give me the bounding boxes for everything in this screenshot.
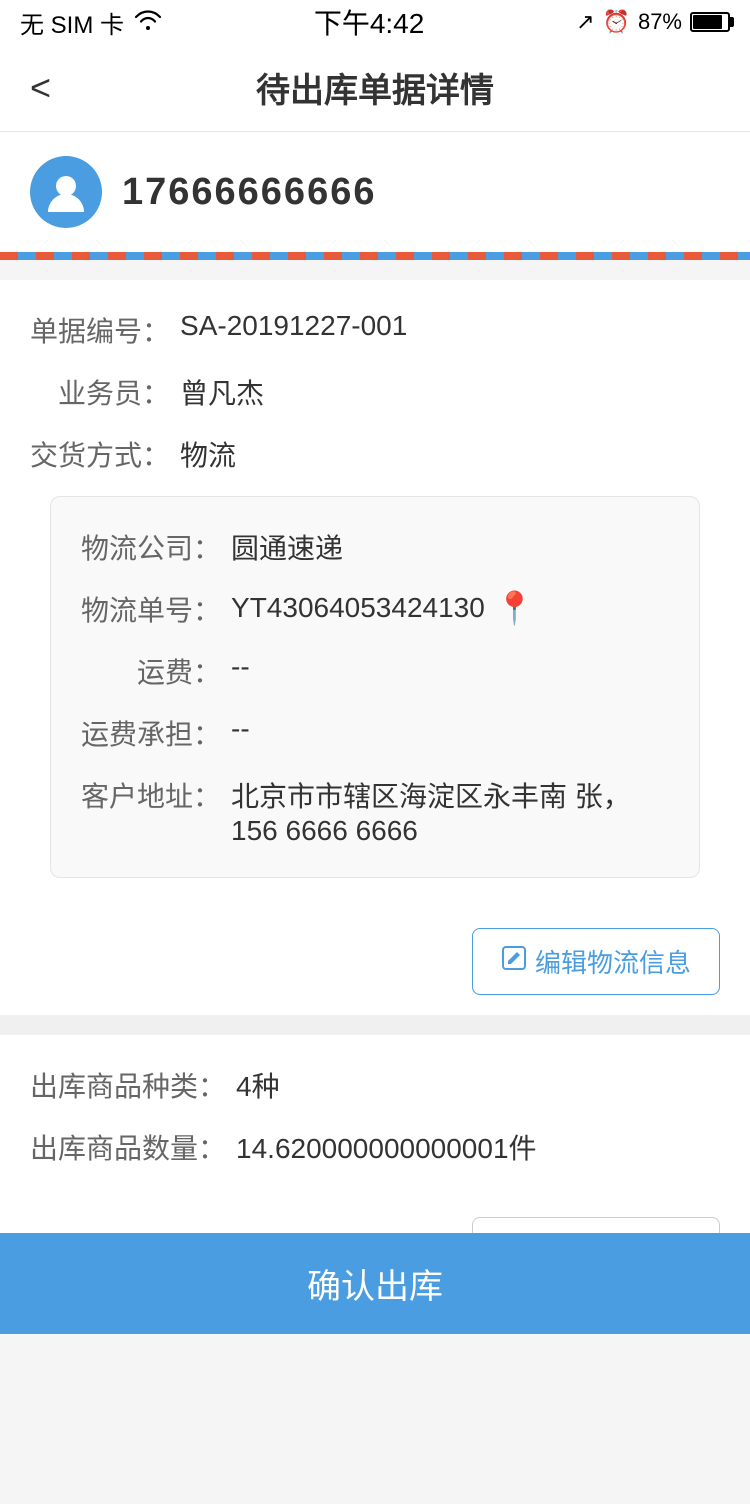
delivery-value: 物流 [180, 434, 720, 474]
wifi-icon [134, 8, 162, 37]
goods-quantity-value: 14.620000000000001件 [236, 1127, 537, 1167]
section-divider [0, 1015, 750, 1035]
address-value: 北京市市辖区海淀区永丰南 张，156 6666 6666 [231, 775, 669, 847]
freight-row: 运费： -- [81, 651, 669, 691]
address-row: 客户地址： 北京市市辖区海淀区永丰南 张，156 6666 6666 [81, 775, 669, 847]
nav-bar: < 待出库单据详情 [0, 44, 750, 132]
customer-section: 17666666666 [0, 132, 750, 252]
goods-section: 出库商品种类： 4种 出库商品数量： 14.620000000000001件 [0, 1035, 750, 1197]
battery-percentage: 87% [638, 9, 682, 35]
logistics-company-row: 物流公司： 圆通速递 [81, 527, 669, 567]
dashed-divider [0, 252, 750, 260]
freight-bearer-value: -- [231, 713, 669, 745]
logistics-card: 物流公司： 圆通速递 物流单号： YT43064053424130 📍 运费： … [50, 496, 700, 878]
doc-no-value: SA-20191227-001 [180, 310, 720, 342]
customer-phone: 17666666666 [122, 171, 376, 214]
goods-quantity-label: 出库商品数量： [30, 1127, 226, 1167]
map-pin-icon[interactable]: 📍 [495, 589, 535, 627]
doc-no-row: 单据编号： SA-20191227-001 [30, 310, 720, 350]
edit-btn-row: 编辑物流信息 [0, 908, 750, 1015]
freight-bearer-row: 运费承担： -- [81, 713, 669, 753]
page-title: 待出库单据详情 [256, 63, 494, 112]
avatar [30, 156, 102, 228]
status-left: 无 SIM 卡 [20, 5, 162, 40]
salesman-label: 业务员： [30, 372, 170, 412]
carrier-label: 无 SIM 卡 [20, 5, 124, 40]
goods-type-value: 4种 [236, 1065, 280, 1105]
logistics-tracking-value: YT43064053424130 📍 [231, 589, 669, 627]
battery-icon [690, 12, 730, 32]
empty-area [0, 1304, 750, 1504]
logistics-tracking-label: 物流单号： [81, 589, 221, 629]
alarm-icon: ⏰ [603, 9, 630, 35]
delivery-row: 交货方式： 物流 [30, 434, 720, 474]
salesman-value: 曾凡杰 [180, 372, 720, 412]
freight-label: 运费： [81, 651, 221, 691]
status-time: 下午4:42 [314, 2, 425, 42]
location-status-icon: ↗ [576, 9, 594, 35]
logistics-company-label: 物流公司： [81, 527, 221, 567]
edit-logistics-button[interactable]: 编辑物流信息 [472, 928, 720, 995]
freight-bearer-label: 运费承担： [81, 713, 221, 753]
status-right: ↗ ⏰ 87% [576, 9, 730, 35]
back-button[interactable]: < [30, 67, 51, 109]
doc-no-label: 单据编号： [30, 310, 170, 350]
edit-logistics-label: 编辑物流信息 [535, 943, 691, 980]
basic-info-section: 单据编号： SA-20191227-001 业务员： 曾凡杰 交货方式： 物流 … [0, 280, 750, 908]
salesman-row: 业务员： 曾凡杰 [30, 372, 720, 412]
confirm-btn-wrap: 确认出库 [0, 1233, 750, 1334]
goods-type-row: 出库商品种类： 4种 [30, 1065, 720, 1105]
delivery-label: 交货方式： [30, 434, 170, 474]
freight-value: -- [231, 651, 669, 683]
address-label: 客户地址： [81, 775, 221, 815]
goods-type-label: 出库商品种类： [30, 1065, 226, 1105]
status-bar: 无 SIM 卡 下午4:42 ↗ ⏰ 87% [0, 0, 750, 44]
logistics-company-value: 圆通速递 [231, 527, 669, 567]
edit-icon [501, 945, 527, 978]
goods-quantity-row: 出库商品数量： 14.620000000000001件 [30, 1127, 720, 1167]
confirm-button[interactable]: 确认出库 [307, 1259, 443, 1308]
logistics-tracking-row: 物流单号： YT43064053424130 📍 [81, 589, 669, 629]
